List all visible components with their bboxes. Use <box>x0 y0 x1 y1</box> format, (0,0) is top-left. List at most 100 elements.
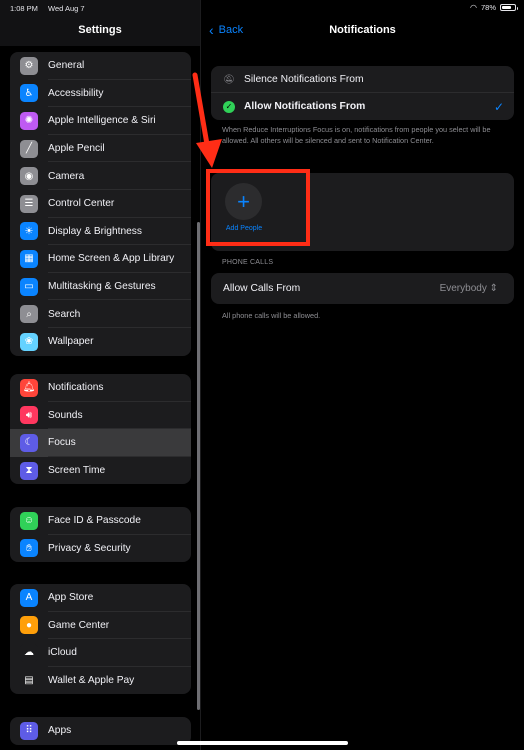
option-label: Silence Notifications From <box>244 74 364 85</box>
sidebar-item-focus[interactable]: ☾ Focus <box>10 429 191 457</box>
sidebar-item-wallpaper[interactable]: ❀ Wallpaper <box>10 328 191 356</box>
sidebar-item-control-center[interactable]: ☰ Control Center <box>10 190 191 218</box>
sidebar-item-privacy-security[interactable]: ✋︎ Privacy & Security <box>10 535 191 563</box>
sidebar-item-label: General <box>48 60 85 72</box>
page-title: Notifications <box>329 24 396 36</box>
status-bar-left: 1:08 PM Wed Aug 7 <box>10 4 93 13</box>
home-indicator[interactable] <box>177 741 348 745</box>
sidebar-item-label: Multitasking & Gestures <box>48 281 156 293</box>
sidebar-item-display-brightness[interactable]: ☀ Display & Brightness <box>10 218 191 246</box>
status-date: Wed Aug 7 <box>48 4 85 13</box>
sidebar-item-apple-pencil[interactable]: ╱ Apple Pencil <box>10 135 191 163</box>
face-id-icon: ☺ <box>20 511 38 530</box>
sidebar-item-game-center[interactable]: ● Game Center <box>10 612 191 640</box>
gear-icon: ⚙ <box>20 56 38 75</box>
option-allow-notifications[interactable]: ✓ Allow Notifications From ✓ <box>211 93 514 120</box>
sidebar-item-multitasking-gestures[interactable]: ▭ Multitasking & Gestures <box>10 273 191 301</box>
notification-mode-options: 🔕︎ Silence Notifications From ✓ Allow No… <box>211 66 514 120</box>
sidebar-item-label: Accessibility <box>48 87 104 99</box>
multitasking-icon: ▭ <box>20 277 38 296</box>
sidebar-item-general[interactable]: ⚙ General <box>10 52 191 80</box>
search-icon: ⌕ <box>20 305 38 324</box>
sidebar-item-screen-time[interactable]: ⧗ Screen Time <box>10 457 191 485</box>
sidebar-item-label: iCloud <box>48 647 77 659</box>
green-check-badge-icon: ✓ <box>223 100 235 113</box>
cloud-icon: ☁ <box>20 643 38 662</box>
sidebar-item-label: Notifications <box>48 382 104 394</box>
sidebar-item-apple-intelligence-siri[interactable]: ✺ Apple Intelligence & Siri <box>10 107 191 135</box>
game-center-icon: ● <box>20 616 38 635</box>
sidebar-item-label: Apps <box>48 725 72 737</box>
sidebar-item-label: Sounds <box>48 409 83 421</box>
allow-calls-value: Everybody <box>439 283 487 294</box>
sidebar-item-label: App Store <box>48 592 94 604</box>
sidebar-group: ☺ Face ID & Passcode ✋︎ Privacy & Security <box>10 507 191 563</box>
allow-calls-select[interactable]: Everybody ⇕ <box>440 283 498 294</box>
sidebar-item-label: Apple Pencil <box>48 143 105 155</box>
sidebar-item-label: Apple Intelligence & Siri <box>48 115 156 127</box>
sidebar-item-label: Display & Brightness <box>48 225 142 237</box>
sidebar-item-label: Face ID & Passcode <box>48 515 141 527</box>
status-bar-right: ◠ 78% <box>470 3 518 12</box>
phone-calls-header: PHONE CALLS <box>222 259 274 266</box>
sidebar-title: Settings <box>78 24 122 36</box>
settings-sidebar: 1:08 PM Wed Aug 7 Settings ⚙ General ♿ Acce… <box>0 0 201 750</box>
moon-icon: ☾ <box>20 433 38 452</box>
battery-icon <box>500 4 518 11</box>
sidebar-item-label: Privacy & Security <box>48 542 131 554</box>
apps-icon: ⠿ <box>20 721 38 740</box>
wifi-icon: ◠ <box>470 3 477 12</box>
sidebar-item-label: Screen Time <box>48 465 106 477</box>
sidebar-item-label: Camera <box>48 170 85 182</box>
sidebar-item-label: Focus <box>48 437 76 449</box>
allow-calls-label: Allow Calls From <box>223 283 301 294</box>
accessibility-icon: ♿ <box>20 84 38 103</box>
calls-footnote: All phone calls will be allowed. <box>222 311 321 320</box>
sidebar-group: ⠿ Apps <box>10 717 191 745</box>
option-label: Allow Notifications From <box>244 101 366 112</box>
sidebar-item-apps[interactable]: ⠿ Apps <box>10 717 191 745</box>
siri-icon: ✺ <box>20 111 38 130</box>
sidebar-item-label: Wallpaper <box>48 336 94 348</box>
sidebar-item-label: Search <box>48 308 81 320</box>
wallet-icon: ▤ <box>20 671 38 690</box>
allow-calls-from-row[interactable]: Allow Calls From Everybody ⇕ <box>211 273 514 304</box>
wallpaper-icon: ❀ <box>20 332 38 351</box>
annotation-highlight-box <box>206 169 310 246</box>
bell-icon: 🔔︎ <box>20 378 38 397</box>
app-store-icon: A <box>20 588 38 607</box>
sidebar-item-home-screen-app-library[interactable]: ▦ Home Screen & App Library <box>10 245 191 273</box>
sidebar-item-label: Game Center <box>48 619 110 631</box>
sidebar-item-icloud[interactable]: ☁ iCloud <box>10 639 191 667</box>
sidebar-header: 1:08 PM Wed Aug 7 Settings <box>0 0 200 46</box>
hourglass-icon: ⧗ <box>20 461 38 480</box>
sidebar-item-label: Control Center <box>48 198 115 210</box>
sidebar-group: 🔔︎ Notifications 🔊︎ Sounds ☾ Focus ⧗ Screen Tim… <box>10 374 191 485</box>
sidebar-item-label: Wallet & Apple Pay <box>48 675 135 687</box>
brightness-icon: ☀ <box>20 222 38 241</box>
checkmark-icon: ✓ <box>493 99 504 114</box>
sidebar-item-app-store[interactable]: A App Store <box>10 584 191 612</box>
sidebar-item-accessibility[interactable]: ♿ Accessibility <box>10 80 191 108</box>
speaker-icon: 🔊︎ <box>20 406 38 425</box>
sidebar-item-label: Home Screen & App Library <box>48 253 175 265</box>
sidebar-scrollbar[interactable] <box>197 222 200 710</box>
status-time: 1:08 PM <box>10 4 38 13</box>
sidebar-group: ⚙ General ♿ Accessibility ✺ Apple Intelligenc… <box>10 52 191 356</box>
chevron-up-down-icon: ⇕ <box>489 283 498 294</box>
battery-percent: 78% <box>480 3 496 12</box>
sidebar-item-wallet-apple-pay[interactable]: ▤ Wallet & Apple Pay <box>10 667 191 695</box>
sidebar-item-face-id-passcode[interactable]: ☺ Face ID & Passcode <box>10 507 191 535</box>
sidebar-item-search[interactable]: ⌕ Search <box>10 300 191 328</box>
option-silence-notifications[interactable]: 🔕︎ Silence Notifications From <box>211 66 514 93</box>
bell-slash-icon: 🔕︎ <box>223 74 235 84</box>
hand-icon: ✋︎ <box>20 539 38 558</box>
camera-icon: ◉ <box>20 167 38 186</box>
notifications-detail-pane: ◠ 78% ‹ Back Notifications 🔕︎ Silence No… <box>201 0 524 750</box>
pencil-icon: ╱ <box>20 139 38 158</box>
sidebar-item-camera[interactable]: ◉ Camera <box>10 162 191 190</box>
sidebar-group: A App Store ● Game Center ☁ iCloud ▤ Wallet & A… <box>10 584 191 695</box>
sidebar-item-notifications[interactable]: 🔔︎ Notifications <box>10 374 191 402</box>
options-footnote: When Reduce Interruptions Focus is on, n… <box>222 125 491 145</box>
sidebar-item-sounds[interactable]: 🔊︎ Sounds <box>10 402 191 430</box>
